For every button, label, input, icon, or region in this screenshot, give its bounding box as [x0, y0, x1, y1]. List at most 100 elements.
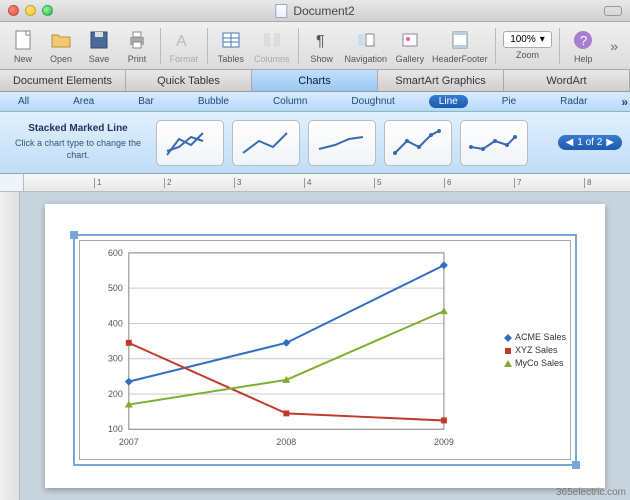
pager-next-icon[interactable]: ▶ — [606, 137, 614, 148]
subtab-area[interactable]: Area — [63, 95, 104, 108]
ruler-row: 12345678 — [0, 174, 630, 192]
zoom-control[interactable]: 100% ▾ Zoom — [502, 29, 554, 62]
window-controls — [8, 5, 53, 16]
section-tabs: Document Elements Quick Tables Charts Sm… — [0, 70, 630, 92]
main-toolbar: New Open Save Print A Format Tables Colu… — [0, 22, 630, 70]
save-button[interactable]: Save — [82, 26, 116, 66]
zoom-value-box[interactable]: 100% ▾ — [503, 31, 552, 48]
tables-button[interactable]: Tables — [214, 26, 248, 66]
svg-text:200: 200 — [108, 389, 123, 399]
navigation-button[interactable]: Navigation — [343, 26, 389, 66]
subtab-all[interactable]: All — [8, 95, 39, 108]
legend-label: MyCo Sales — [515, 358, 564, 368]
ribbon-info: Stacked Marked Line Click a chart type t… — [8, 123, 148, 161]
ruler-corner — [0, 174, 24, 191]
subtab-bar[interactable]: Bar — [128, 95, 164, 108]
chart-selection-frame[interactable]: 100200300400500600200720082009 ACME Sale… — [73, 234, 577, 466]
subtab-radar[interactable]: Radar — [550, 95, 597, 108]
printer-icon — [125, 28, 149, 52]
legend-item[interactable]: ACME Sales — [503, 332, 566, 342]
legend-marker-icon — [503, 359, 511, 367]
legend-label: ACME Sales — [515, 332, 566, 342]
subtab-doughnut[interactable]: Doughnut — [341, 95, 404, 108]
toolbar-separator — [559, 28, 560, 64]
page-viewport[interactable]: 100200300400500600200720082009 ACME Sale… — [20, 192, 630, 500]
header-footer-icon — [448, 28, 472, 52]
svg-text:2008: 2008 — [276, 437, 296, 447]
tab-quick-tables[interactable]: Quick Tables — [126, 70, 252, 91]
legend-item[interactable]: XYZ Sales — [503, 345, 566, 355]
headerfooter-button[interactable]: HeaderFooter — [431, 26, 489, 66]
chart-thumb-4[interactable] — [384, 120, 452, 166]
chart-thumb-5[interactable] — [460, 120, 528, 166]
columns-button: Columns — [252, 26, 292, 66]
document-area: 100200300400500600200720082009 ACME Sale… — [0, 192, 630, 500]
pager-text: 1 of 2 — [577, 137, 602, 148]
vertical-ruler[interactable] — [0, 192, 20, 500]
gallery-icon — [398, 28, 422, 52]
title-center: Document2 — [275, 4, 354, 18]
open-folder-icon — [49, 28, 73, 52]
close-window-icon[interactable] — [8, 5, 19, 16]
ribbon-title: Stacked Marked Line — [8, 123, 148, 134]
subtab-column[interactable]: Column — [263, 95, 317, 108]
legend-marker-icon — [503, 333, 511, 341]
subtab-line[interactable]: Line — [429, 95, 468, 108]
pilcrow-icon: ¶ — [310, 28, 334, 52]
print-button[interactable]: Print — [120, 26, 154, 66]
titlebar: Document2 — [0, 0, 630, 22]
columns-icon — [260, 28, 284, 52]
chart-legend[interactable]: ACME Sales XYZ Sales MyCo Sales — [503, 329, 566, 371]
ribbon-pager: ◀ 1 of 2 ▶ — [558, 135, 622, 150]
tab-smartart-graphics[interactable]: SmartArt Graphics — [378, 70, 504, 91]
chart-thumb-2[interactable] — [232, 120, 300, 166]
chart-thumb-1[interactable] — [156, 120, 224, 166]
embedded-chart[interactable]: 100200300400500600200720082009 ACME Sale… — [79, 240, 571, 460]
horizontal-ruler[interactable]: 12345678 — [24, 174, 630, 191]
navigation-icon — [354, 28, 378, 52]
titlebar-pill-icon[interactable] — [604, 6, 622, 16]
legend-item[interactable]: MyCo Sales — [503, 358, 566, 368]
format-icon: A — [172, 28, 196, 52]
table-icon — [219, 28, 243, 52]
save-disk-icon — [87, 28, 111, 52]
open-button[interactable]: Open — [44, 26, 78, 66]
svg-text:2009: 2009 — [434, 437, 454, 447]
pager-prev-icon[interactable]: ◀ — [566, 137, 574, 148]
subtab-bubble[interactable]: Bubble — [188, 95, 239, 108]
help-icon: ? — [571, 28, 595, 52]
tab-document-elements[interactable]: Document Elements — [0, 70, 126, 91]
legend-label: XYZ Sales — [515, 345, 558, 355]
tab-charts[interactable]: Charts — [252, 70, 378, 91]
watermark-text: 365electric.com — [556, 487, 626, 498]
tab-wordart[interactable]: WordArt — [504, 70, 630, 91]
svg-text:?: ? — [580, 33, 587, 48]
format-button: A Format — [167, 26, 201, 66]
toolbar-separator — [495, 28, 496, 64]
minimize-window-icon[interactable] — [25, 5, 36, 16]
show-button[interactable]: ¶ Show — [305, 26, 339, 66]
document-icon — [275, 4, 287, 18]
chart-gallery-ribbon: Stacked Marked Line Click a chart type t… — [0, 112, 630, 174]
new-doc-icon — [11, 28, 35, 52]
chevron-down-icon: ▾ — [540, 34, 545, 45]
svg-text:600: 600 — [108, 248, 123, 258]
svg-text:2007: 2007 — [119, 437, 139, 447]
legend-marker-icon — [503, 346, 511, 354]
new-button[interactable]: New — [6, 26, 40, 66]
toolbar-separator — [160, 28, 161, 64]
zoom-window-icon[interactable] — [42, 5, 53, 16]
subtab-pie[interactable]: Pie — [492, 95, 526, 108]
chart-thumb-3[interactable] — [308, 120, 376, 166]
svg-text:100: 100 — [108, 424, 123, 434]
gallery-button[interactable]: Gallery — [393, 26, 427, 66]
svg-text:¶: ¶ — [316, 33, 325, 50]
document-page[interactable]: 100200300400500600200720082009 ACME Sale… — [45, 204, 605, 488]
svg-text:500: 500 — [108, 283, 123, 293]
window-title: Document2 — [293, 4, 354, 18]
help-button[interactable]: ? Help — [566, 26, 600, 66]
subtab-overflow-icon[interactable]: » — [621, 95, 628, 109]
toolbar-overflow-icon[interactable]: » — [604, 38, 624, 54]
ribbon-hint: Click a chart type to change the chart. — [8, 138, 148, 161]
toolbar-separator — [207, 28, 208, 64]
